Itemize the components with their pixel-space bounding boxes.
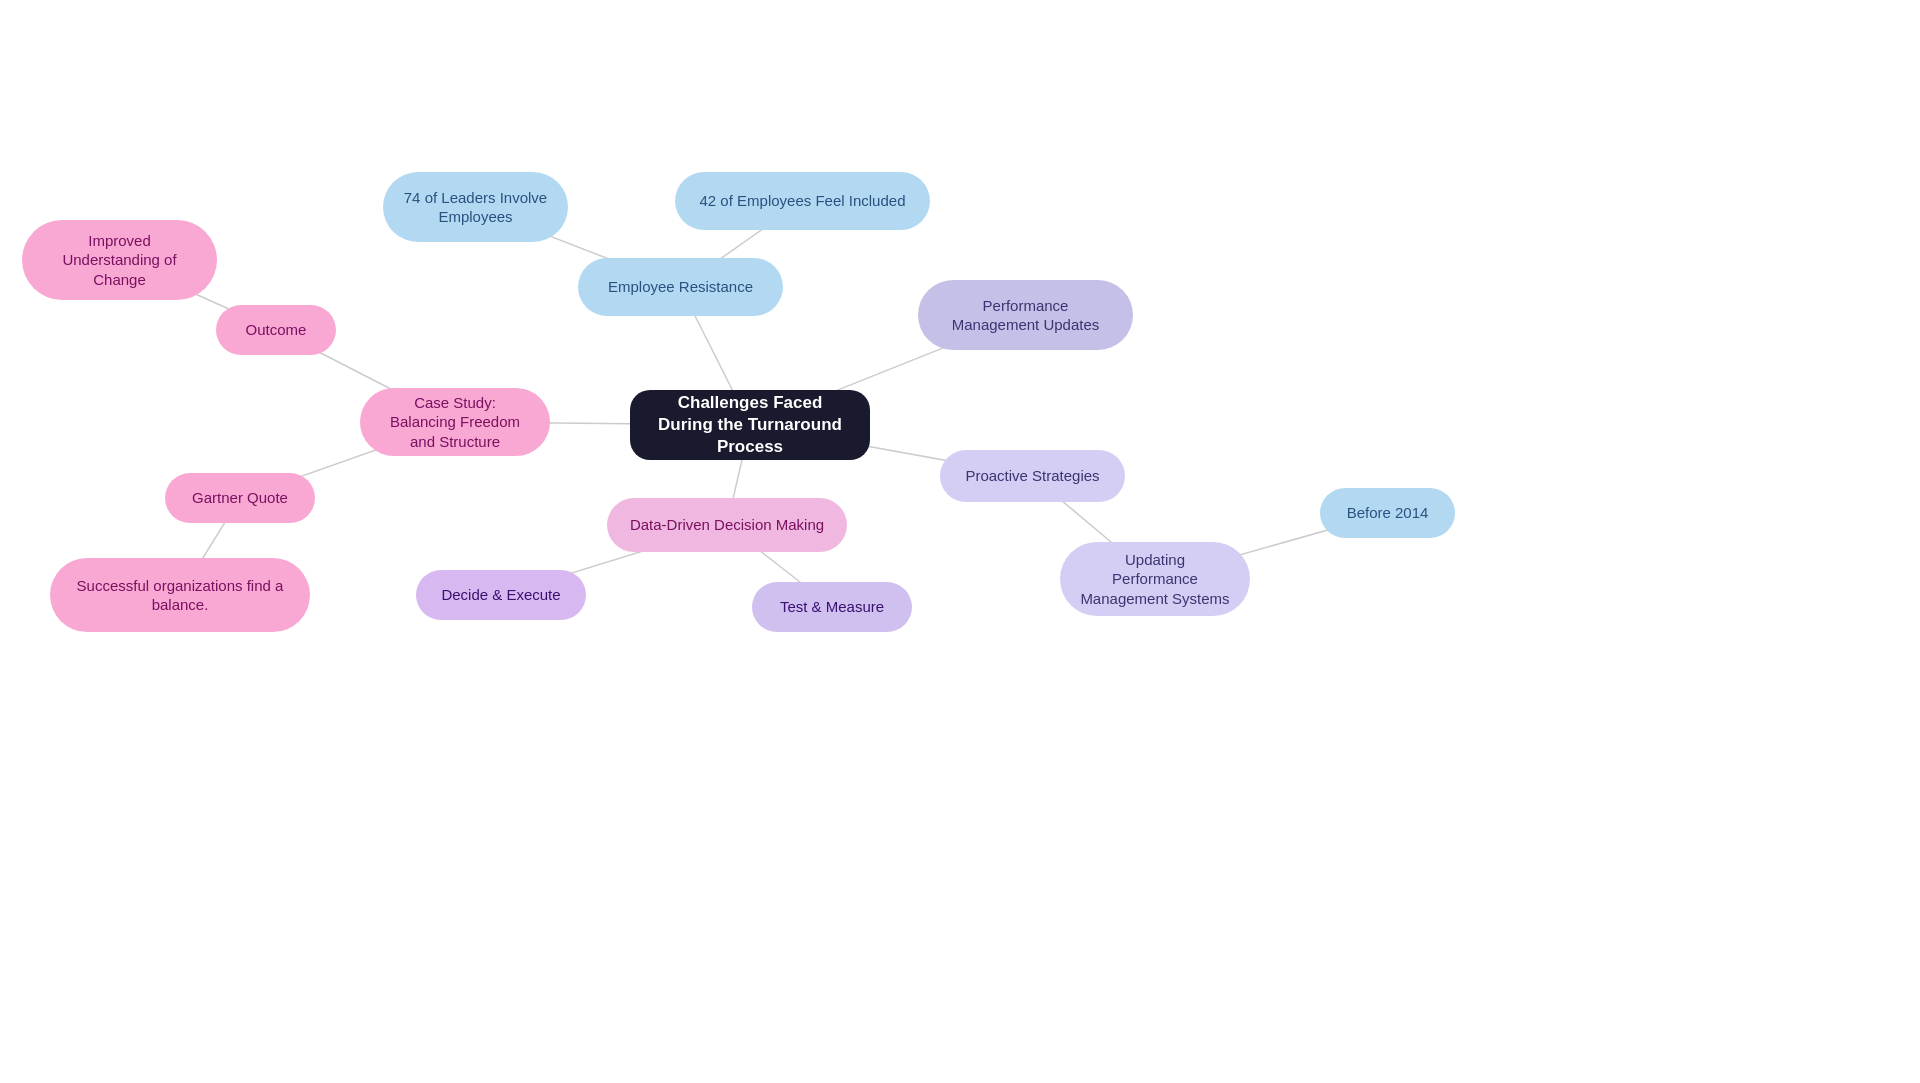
gartner-label: Gartner Quote <box>192 488 288 508</box>
test-measure-node: Test & Measure <box>752 582 912 632</box>
test-measure-label: Test & Measure <box>780 597 884 617</box>
employee-resistance-node: Employee Resistance <box>578 258 783 316</box>
case-study-node: Case Study: Balancing Freedom and Struct… <box>360 388 550 456</box>
successful-label: Successful organizations find a balance. <box>70 576 290 615</box>
outcome-node: Outcome <box>216 305 336 355</box>
leaders-involve-label: 74 of Leaders Involve Employees <box>403 188 548 227</box>
successful-node: Successful organizations find a balance. <box>50 558 310 632</box>
employees-feel-node: 42 of Employees Feel Included <box>675 172 930 230</box>
decide-execute-label: Decide & Execute <box>441 585 560 605</box>
before-2014-node: Before 2014 <box>1320 488 1455 538</box>
improved-node: Improved Understanding of Change <box>22 220 217 300</box>
performance-mgmt-node: Performance Management Updates <box>918 280 1133 350</box>
improved-label: Improved Understanding of Change <box>42 231 197 290</box>
employee-resistance-label: Employee Resistance <box>608 277 753 297</box>
proactive-node: Proactive Strategies <box>940 450 1125 502</box>
center-node: Challenges Faced During the Turnaround P… <box>630 390 870 460</box>
employees-feel-label: 42 of Employees Feel Included <box>700 191 906 211</box>
data-driven-node: Data-Driven Decision Making <box>607 498 847 552</box>
before-2014-label: Before 2014 <box>1347 503 1429 523</box>
performance-mgmt-label: Performance Management Updates <box>938 296 1113 335</box>
proactive-label: Proactive Strategies <box>965 466 1099 486</box>
updating-perf-label: Updating Performance Management Systems <box>1080 550 1230 609</box>
outcome-label: Outcome <box>246 320 307 340</box>
gartner-node: Gartner Quote <box>165 473 315 523</box>
data-driven-label: Data-Driven Decision Making <box>630 515 824 535</box>
case-study-label: Case Study: Balancing Freedom and Struct… <box>380 393 530 452</box>
leaders-involve-node: 74 of Leaders Involve Employees <box>383 172 568 242</box>
decide-execute-node: Decide & Execute <box>416 570 586 620</box>
center-label: Challenges Faced During the Turnaround P… <box>650 392 850 458</box>
updating-perf-node: Updating Performance Management Systems <box>1060 542 1250 616</box>
